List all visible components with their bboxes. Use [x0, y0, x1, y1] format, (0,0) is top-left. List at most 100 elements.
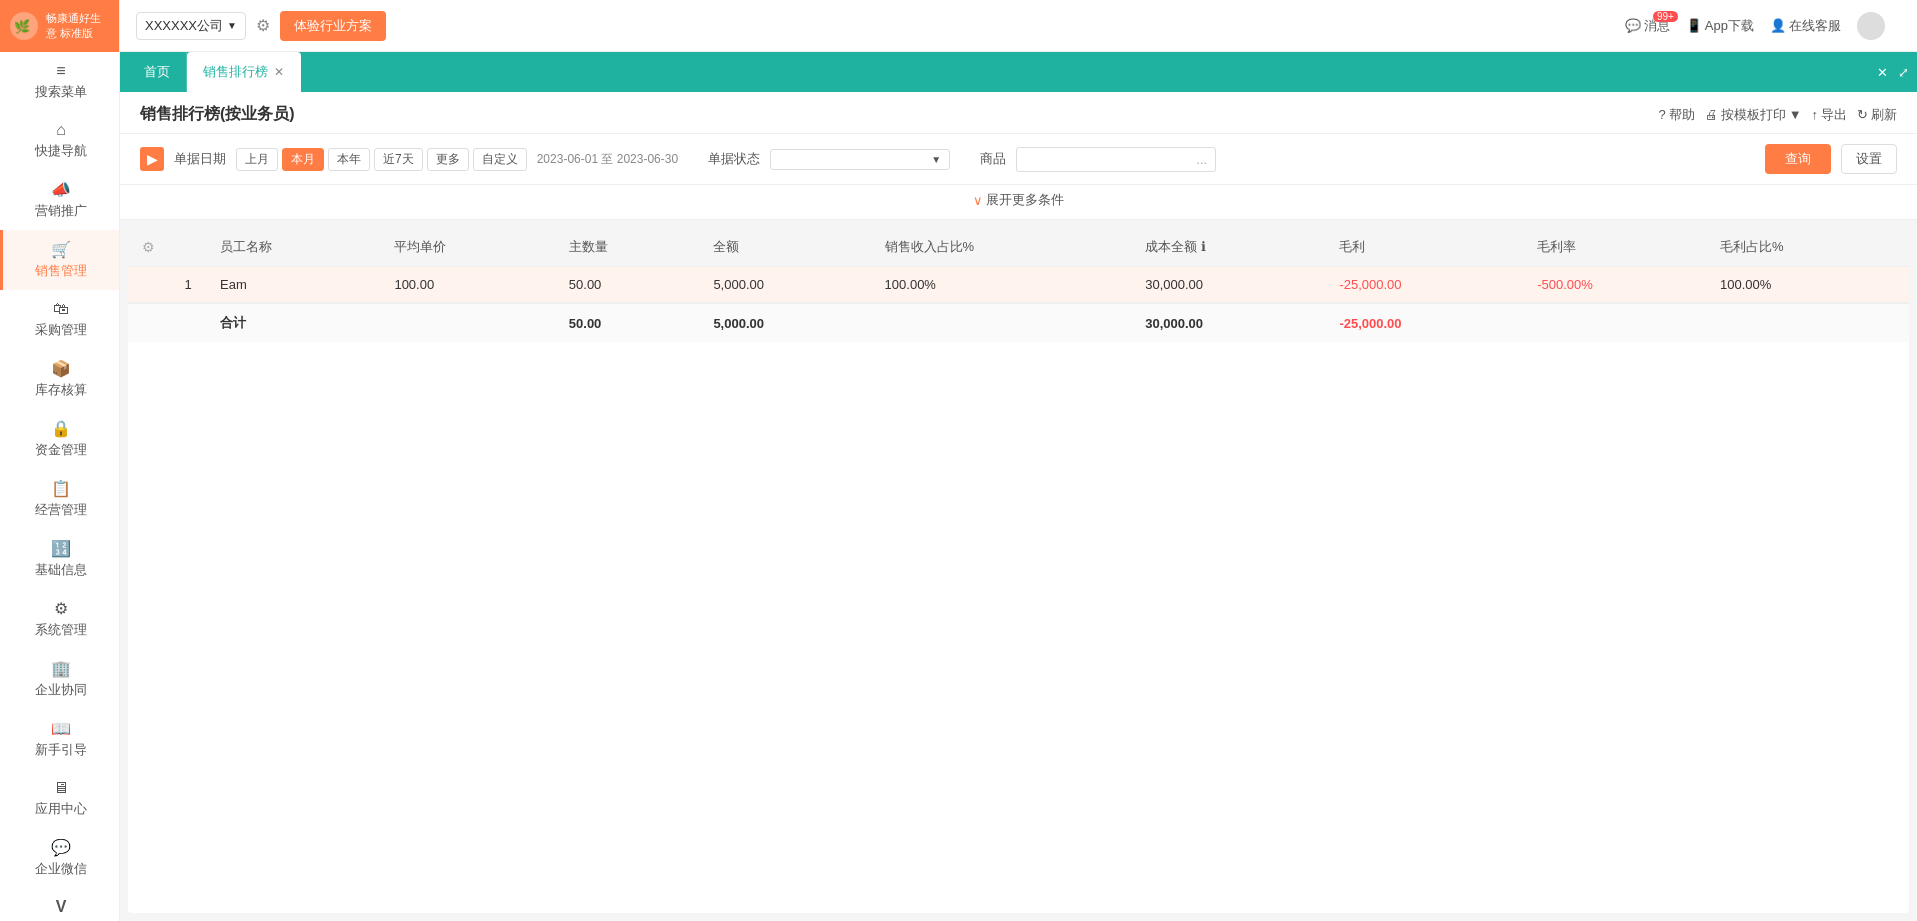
- sidebar-item-label: 销售管理: [35, 262, 87, 280]
- print-button[interactable]: 🖨 按模板打印 ▼: [1705, 106, 1802, 124]
- date-more-btn[interactable]: 更多: [427, 148, 469, 171]
- sidebar-item-label: 营销推广: [35, 202, 87, 220]
- filter-bar: ▶ 单据日期 上月 本月 本年 近7天 更多 自定义 2023-06-01 至 …: [120, 134, 1917, 185]
- sidebar-item-marketing[interactable]: 📣 营销推广: [0, 170, 119, 230]
- sidebar-item-guide[interactable]: 📖 新手引导: [0, 709, 119, 769]
- col-gross: 毛利: [1327, 228, 1525, 267]
- query-button[interactable]: 查询: [1765, 144, 1831, 174]
- sidebar-item-label: 新手引导: [35, 741, 87, 759]
- status-label: 单据状态: [708, 150, 760, 168]
- cell-settings: [128, 267, 168, 304]
- col-settings[interactable]: ⚙: [128, 228, 168, 267]
- filter-collapse-button[interactable]: ▶: [140, 147, 164, 171]
- export-button[interactable]: ↑ 导出: [1812, 106, 1848, 124]
- sidebar-item-label: 快捷导航: [35, 142, 87, 160]
- col-gross-pct: 毛利占比%: [1708, 228, 1909, 267]
- guide-icon: 📖: [51, 719, 71, 738]
- enterprise-icon: 🏢: [51, 659, 71, 678]
- footer-amount: 5,000.00: [701, 303, 872, 342]
- basic-icon: 🔢: [51, 539, 71, 558]
- footer-rank: [168, 303, 208, 342]
- sidebar-item-quicknav[interactable]: ⌂ 快捷导航: [0, 111, 119, 170]
- message-badge: 99+: [1653, 11, 1678, 22]
- sidebar-item-member[interactable]: V 畅会员: [0, 888, 119, 921]
- company-selector[interactable]: XXXXXX公司 ▼: [136, 12, 246, 40]
- tab-close-icon[interactable]: ✕: [274, 65, 284, 79]
- cell-gross-pct: 100.00%: [1708, 267, 1909, 304]
- settings-button[interactable]: 设置: [1841, 144, 1897, 174]
- tab-sales-rank[interactable]: 销售排行榜 ✕: [187, 52, 301, 92]
- col-gross-rate: 毛利率: [1525, 228, 1708, 267]
- cell-gross: -25,000.00: [1327, 267, 1525, 304]
- window-close-icon[interactable]: ✕: [1877, 65, 1888, 80]
- date-custom-btn[interactable]: 自定义: [473, 148, 527, 171]
- message-button[interactable]: 💬 消息 99+: [1625, 17, 1670, 35]
- goods-input[interactable]: ...: [1016, 147, 1216, 172]
- sidebar-item-label: 基础信息: [35, 561, 87, 579]
- user-avatar[interactable]: [1857, 12, 1885, 40]
- company-name: XXXXXX公司: [145, 17, 223, 35]
- sales-icon: 🛒: [51, 240, 71, 259]
- col-qty: 主数量: [557, 228, 702, 267]
- service-icon: 👤: [1770, 18, 1786, 33]
- table-row: 1 Eam 100.00 50.00 5,000.00 100.00% 30,0…: [128, 267, 1909, 304]
- footer-avg: [382, 303, 556, 342]
- settings-icon: ⚙: [142, 239, 155, 255]
- tab-home[interactable]: 首页: [128, 52, 187, 92]
- settings-icon[interactable]: ⚙: [256, 16, 270, 35]
- sidebar-item-wechat[interactable]: 💬 企业微信: [0, 828, 119, 888]
- message-icon: 💬: [1625, 18, 1641, 33]
- page-title: 销售排行榜(按业务员): [140, 104, 295, 125]
- sidebar-item-operations[interactable]: 📋 经营管理: [0, 469, 119, 529]
- expand-more-button[interactable]: ∨ 展开更多条件: [973, 191, 1064, 209]
- svg-text:🌿: 🌿: [14, 18, 31, 35]
- footer-gross-pct: [1708, 303, 1909, 342]
- sidebar-item-basic[interactable]: 🔢 基础信息: [0, 529, 119, 589]
- sidebar-item-search[interactable]: ≡ 搜索菜单: [0, 52, 119, 111]
- sidebar-item-finance[interactable]: 🔒 资金管理: [0, 409, 119, 469]
- sidebar-item-label: 库存核算: [35, 381, 87, 399]
- marketing-icon: 📣: [51, 180, 71, 199]
- app-download-button[interactable]: 📱 App下载: [1686, 17, 1754, 35]
- online-service-button[interactable]: 👤 在线客服: [1770, 17, 1841, 35]
- col-amount: 全额: [701, 228, 872, 267]
- chevron-status-icon: ▼: [931, 154, 941, 165]
- sidebar-item-system[interactable]: ⚙ 系统管理: [0, 589, 119, 649]
- page-header: 销售排行榜(按业务员) ? 帮助 🖨 按模板打印 ▼ ↑ 导出 ↻ 刷新: [120, 92, 1917, 134]
- sidebar-item-label: 系统管理: [35, 621, 87, 639]
- chevron-down-icon: ▼: [227, 20, 237, 31]
- help-button[interactable]: ? 帮助: [1658, 106, 1694, 124]
- sidebar-item-label: 经营管理: [35, 501, 87, 519]
- status-select[interactable]: ▼: [770, 149, 950, 170]
- cell-gross-rate: -500.00%: [1525, 267, 1708, 304]
- sidebar-item-purchase[interactable]: 🛍 采购管理: [0, 290, 119, 349]
- table-footer-row: 合计 50.00 5,000.00 30,000.00 -25,000.00: [128, 303, 1909, 342]
- cell-sales-pct: 100.00%: [873, 267, 1134, 304]
- tab-sales-rank-label: 销售排行榜: [203, 63, 268, 81]
- sidebar: 🌿 畅康通好生意 标准版 ≡ 搜索菜单 ⌂ 快捷导航 📣 营销推广 🛒 销售管理…: [0, 0, 120, 921]
- date-label: 单据日期: [174, 150, 226, 168]
- help-icon: ?: [1658, 107, 1665, 122]
- date-year-btn[interactable]: 本年: [328, 148, 370, 171]
- footer-cost: 30,000.00: [1133, 303, 1327, 342]
- cell-cost: 30,000.00: [1133, 267, 1327, 304]
- date-options: 上月 本月 本年 近7天 更多 自定义: [236, 148, 527, 171]
- refresh-button[interactable]: ↻ 刷新: [1857, 106, 1897, 124]
- sidebar-item-inventory[interactable]: 📦 库存核算: [0, 349, 119, 409]
- date-7days-btn[interactable]: 近7天: [374, 148, 423, 171]
- date-range-display: 2023-06-01 至 2023-06-30: [537, 151, 678, 168]
- sidebar-item-label: 应用中心: [35, 800, 87, 818]
- sidebar-item-sales[interactable]: 🛒 销售管理: [0, 230, 119, 290]
- cell-qty: 50.00: [557, 267, 702, 304]
- trial-button[interactable]: 体验行业方案: [280, 11, 386, 41]
- cell-rank: 1: [168, 267, 208, 304]
- content-area: 销售排行榜(按业务员) ? 帮助 🖨 按模板打印 ▼ ↑ 导出 ↻ 刷新: [120, 92, 1917, 921]
- sidebar-item-appcenter[interactable]: 🖥 应用中心: [0, 769, 119, 828]
- sidebar-item-enterprise[interactable]: 🏢 企业协同: [0, 649, 119, 709]
- sidebar-item-label: 采购管理: [35, 321, 87, 339]
- cell-amount: 5,000.00: [701, 267, 872, 304]
- date-prev-month-btn[interactable]: 上月: [236, 148, 278, 171]
- date-current-month-btn[interactable]: 本月: [282, 148, 324, 171]
- cell-avg-price: 100.00: [382, 267, 556, 304]
- window-expand-icon[interactable]: ⤢: [1898, 65, 1909, 80]
